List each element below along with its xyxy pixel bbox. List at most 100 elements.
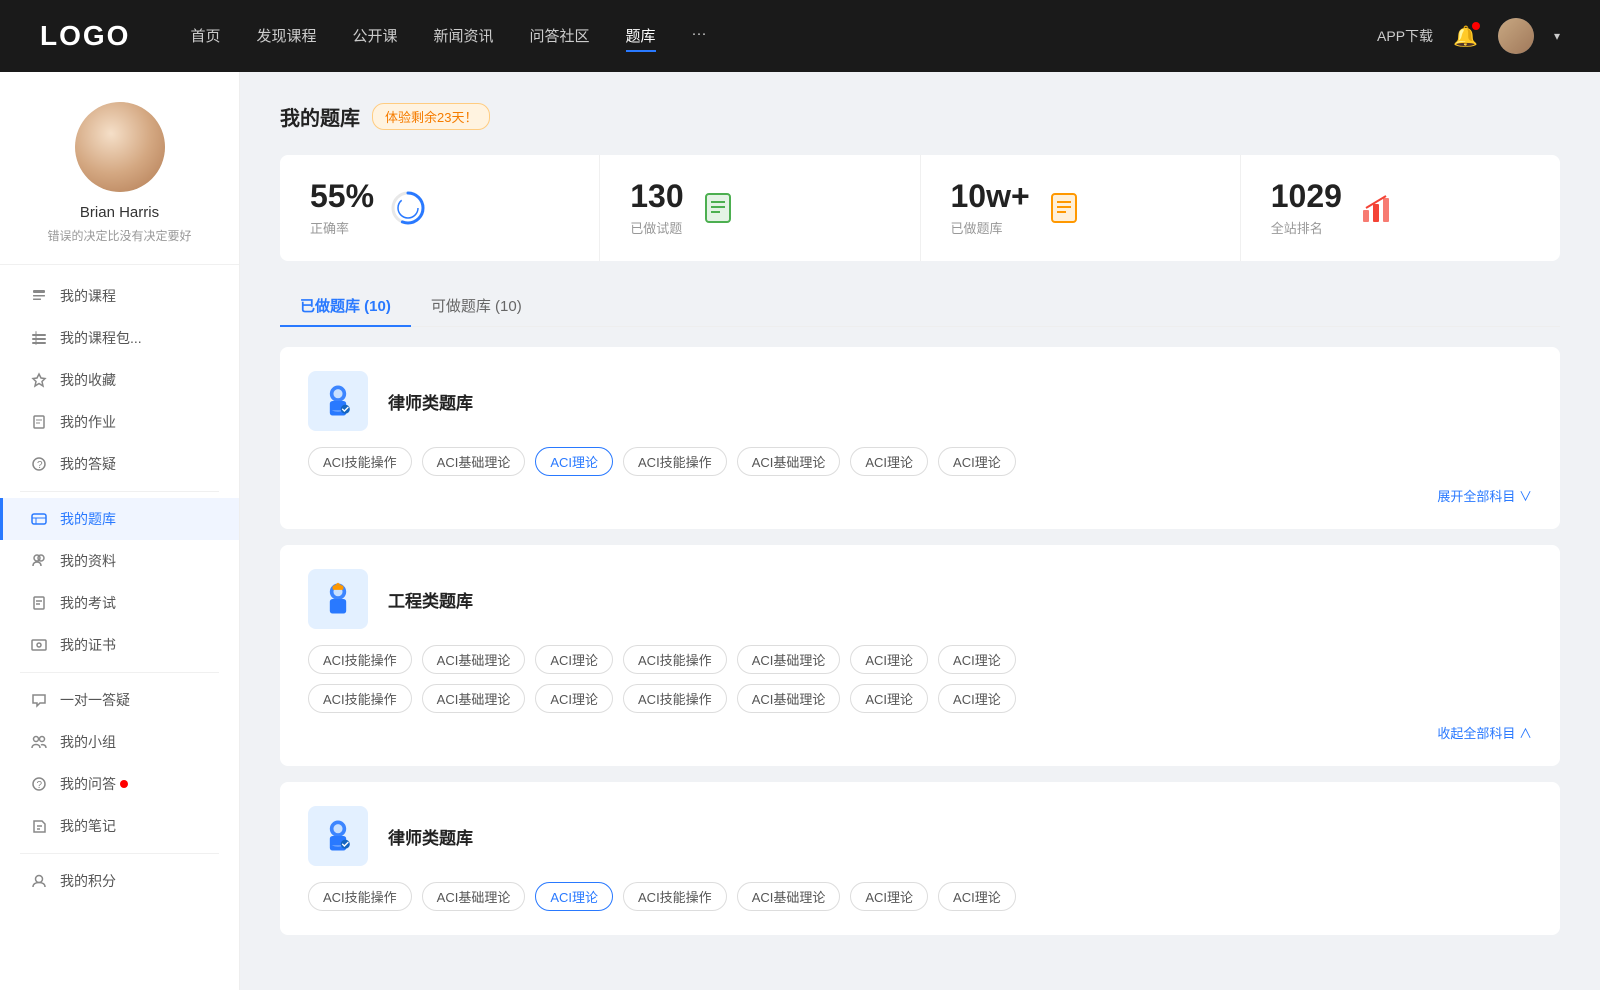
bank-tag[interactable]: ACI理论 [938,447,1016,476]
stat-site-rank: 1029 全站排名 [1241,155,1560,261]
bank-tag[interactable]: ACI理论 [938,882,1016,911]
bank-card-lawyer-1: 律师类题库 ACI技能操作 ACI基础理论 ACI理论 ACI技能操作 ACI基… [280,347,1560,529]
sidebar-item-my-certificate[interactable]: 我的证书 [0,624,239,666]
bank-tag[interactable]: ACI技能操作 [308,447,412,476]
bank-tag[interactable]: ACI技能操作 [623,645,727,674]
tab-done-banks[interactable]: 已做题库 (10) [280,285,411,326]
nav-item-news[interactable]: 新闻资讯 [434,21,494,52]
done-banks-number: 10w+ [951,179,1030,214]
user-avatar[interactable] [1498,18,1534,54]
stat-done-banks: 10w+ 已做题库 [921,155,1241,261]
accuracy-icon [390,190,426,226]
favorites-icon [30,371,48,389]
bank-tag[interactable]: ACI理论 [535,684,613,713]
collapse-engineer[interactable]: 收起全部科目 ∧ [308,723,1532,742]
bank-tag[interactable]: ACI技能操作 [623,882,727,911]
nav-item-more[interactable]: ··· [692,21,707,52]
stats-row: 55% 正确率 130 已做试题 [280,155,1560,261]
bank-tags-engineer-row1: ACI技能操作 ACI基础理论 ACI理论 ACI技能操作 ACI基础理论 AC… [308,645,1532,674]
avatar-image [1498,18,1534,54]
bank-tag[interactable]: ACI基础理论 [422,882,526,911]
homework-icon [30,413,48,431]
expand-lawyer-1[interactable]: 展开全部科目 ∨ [308,486,1532,505]
nav-item-discover[interactable]: 发现课程 [256,21,316,52]
questions-icon: ? [30,775,48,793]
site-logo[interactable]: LOGO [40,20,130,52]
avatar-photo [75,102,165,192]
exam-icon [30,594,48,612]
bank-tag[interactable]: ACI理论 [535,645,613,674]
bank-tag[interactable]: ACI理论 [850,684,928,713]
lawyer-bank-icon-2 [308,806,368,866]
bank-tag[interactable]: ACI基础理论 [737,684,841,713]
bank-tag[interactable]: ACI技能操作 [623,447,727,476]
nav-item-qa[interactable]: 问答社区 [530,21,590,52]
done-questions-label: 已做试题 [630,218,683,237]
notes-icon [30,817,48,835]
bank-icon [30,510,48,528]
bank-tag[interactable]: ACI技能操作 [308,882,412,911]
sidebar-item-my-notes[interactable]: 我的笔记 [0,805,239,847]
bank-tag[interactable]: ACI理论 [850,645,928,674]
app-download-link[interactable]: APP下载 [1377,26,1433,46]
materials-icon [30,552,48,570]
sidebar-item-my-homework[interactable]: 我的作业 [0,401,239,443]
bank-tag[interactable]: ACI基础理论 [422,447,526,476]
nav-item-opencourse[interactable]: 公开课 [352,21,397,52]
tabs-row: 已做题库 (10) 可做题库 (10) [280,285,1560,327]
sidebar-item-my-course[interactable]: 我的课程 [0,275,239,317]
bank-tag[interactable]: ACI技能操作 [623,684,727,713]
user-motto: 错误的决定比没有决定要好 [20,227,219,244]
site-rank-label: 全站排名 [1271,218,1342,237]
doc-green-icon [700,190,736,226]
bank-card-engineer: 工程类题库 ACI技能操作 ACI基础理论 ACI理论 ACI技能操作 ACI基… [280,545,1560,766]
page-layout: Brian Harris 错误的决定比没有决定要好 我的课程 我的课程包... [0,72,1600,990]
stat-done-questions: 130 已做试题 [600,155,920,261]
tab-available-banks[interactable]: 可做题库 (10) [411,285,542,326]
nav-item-bank[interactable]: 题库 [626,21,656,52]
course-icon [30,287,48,305]
sidebar-item-my-group[interactable]: 我的小组 [0,721,239,763]
bank-tag-highlighted[interactable]: ACI理论 [535,447,613,476]
bank-tag[interactable]: ACI理论 [938,684,1016,713]
sidebar-item-one-on-one[interactable]: 一对一答疑 [0,679,239,721]
user-menu-chevron[interactable]: ▾ [1554,29,1560,43]
points-icon [30,872,48,890]
bank-tags-lawyer-1: ACI技能操作 ACI基础理论 ACI理论 ACI技能操作 ACI基础理论 AC… [308,447,1532,476]
bank-tag[interactable]: ACI技能操作 [308,645,412,674]
sidebar-item-my-favorites[interactable]: 我的收藏 [0,359,239,401]
accuracy-number: 55% [310,179,374,214]
sidebar: Brian Harris 错误的决定比没有决定要好 我的课程 我的课程包... [0,72,240,990]
page-title: 我的题库 [280,102,360,131]
done-questions-number: 130 [630,179,683,214]
notification-bell[interactable]: 🔔 [1453,24,1478,49]
sidebar-item-my-package[interactable]: 我的课程包... [0,317,239,359]
group-icon [30,733,48,751]
bank-tag[interactable]: ACI基础理论 [422,684,526,713]
sidebar-item-my-materials[interactable]: 我的资料 [0,540,239,582]
bank-tag[interactable]: ACI基础理论 [737,882,841,911]
chart-red-icon [1358,190,1394,226]
bank-tag-highlighted[interactable]: ACI理论 [535,882,613,911]
doc-yellow-icon [1046,190,1082,226]
sidebar-item-my-points[interactable]: 我的积分 [0,860,239,902]
bank-tags-lawyer-2: ACI技能操作 ACI基础理论 ACI理论 ACI技能操作 ACI基础理论 AC… [308,882,1532,911]
bank-tag[interactable]: ACI技能操作 [308,684,412,713]
sidebar-item-my-questions[interactable]: ? 我的问答 [0,763,239,805]
bank-name-engineer: 工程类题库 [388,587,473,612]
bank-tag[interactable]: ACI理论 [938,645,1016,674]
bank-tag[interactable]: ACI基础理论 [737,645,841,674]
bank-tag[interactable]: ACI基础理论 [422,645,526,674]
sidebar-item-my-exam[interactable]: 我的考试 [0,582,239,624]
user-profile: Brian Harris 错误的决定比没有决定要好 [0,102,239,265]
sidebar-item-my-bank[interactable]: 我的题库 [0,498,239,540]
stat-accuracy: 55% 正确率 [280,155,600,261]
bank-tag[interactable]: ACI理论 [850,447,928,476]
sidebar-item-my-qa[interactable]: ? 我的答疑 [0,443,239,485]
bank-tag[interactable]: ACI理论 [850,882,928,911]
nav-item-home[interactable]: 首页 [190,21,220,52]
package-icon [30,329,48,347]
trial-badge: 体验剩余23天！ [372,103,490,130]
lawyer-bank-icon [308,371,368,431]
bank-tag[interactable]: ACI基础理论 [737,447,841,476]
